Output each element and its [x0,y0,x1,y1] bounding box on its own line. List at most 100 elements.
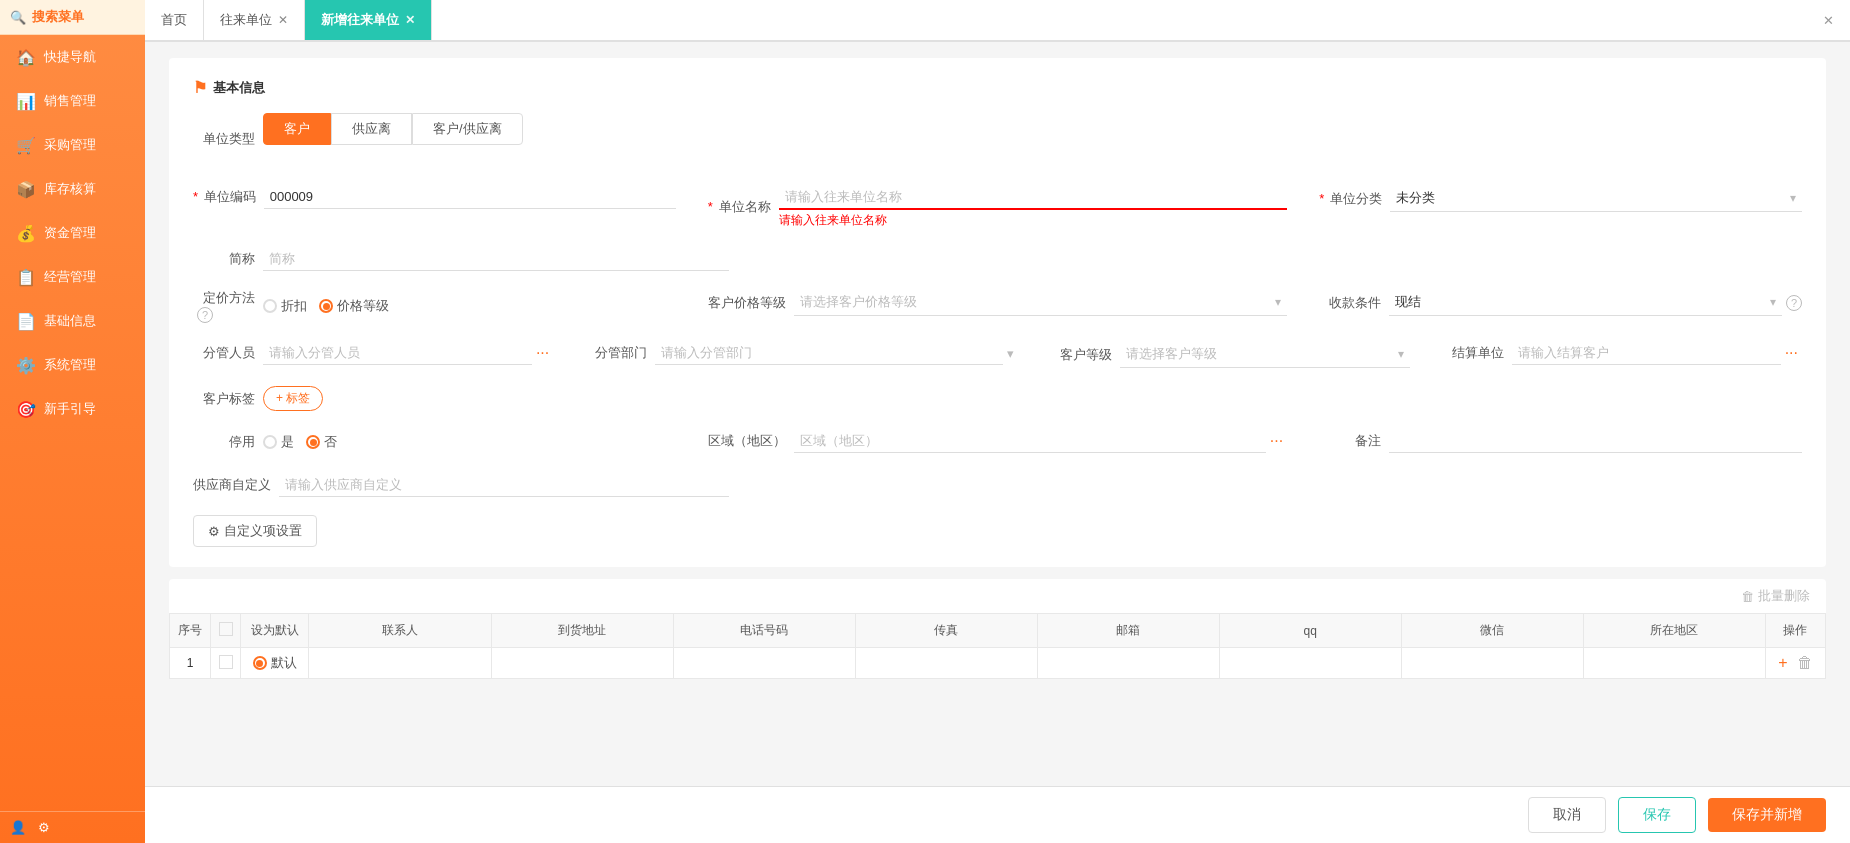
manager-more-btn[interactable]: ··· [532,344,553,362]
sidebar-item-operations[interactable]: 📋 经营管理 [0,255,145,299]
sidebar-item-inventory[interactable]: 📦 库存核算 [0,167,145,211]
type-btn-supplier[interactable]: 供应离 [331,113,412,145]
default-radio-item[interactable]: 默认 [247,654,302,672]
payment-terms-select[interactable]: 现结 ▾ [1389,289,1782,316]
gear-settings-icon: ⚙ [208,524,220,539]
supplier-custom-input[interactable] [279,473,729,497]
field-customer-level: 客户等级 请选择客户等级 ▾ [1050,341,1410,368]
unit-name-input[interactable] [779,185,1288,210]
pricing-discount-label: 折扣 [281,297,307,315]
email-input[interactable] [1044,656,1213,670]
manager-label: 分管人员 [193,344,263,362]
th-action: 操作 [1765,614,1825,648]
region-more-btn[interactable]: ··· [1266,432,1287,450]
customer-price-level-select[interactable]: 请选择客户价格等级 ▾ [794,289,1287,316]
unit-code-input[interactable] [264,185,676,209]
batch-delete-btn[interactable]: 🗑 批量删除 [1741,587,1810,605]
contact-input[interactable] [315,656,484,670]
td-phone[interactable] [673,648,855,679]
remarks-input[interactable] [1389,429,1802,453]
custom-settings-button[interactable]: ⚙ 自定义项设置 [193,515,317,547]
td-fax[interactable] [855,648,1037,679]
sidebar-item-label: 销售管理 [44,92,96,110]
department-chevron: ▾ [1003,346,1018,361]
section-title-text: 基本信息 [213,79,265,97]
address-input[interactable] [498,656,667,670]
th-email: 邮箱 [1037,614,1219,648]
short-name-input[interactable] [263,247,729,271]
sidebar-item-sales[interactable]: 📊 销售管理 [0,79,145,123]
payment-help-icon[interactable]: ? [1786,295,1802,311]
phone-input[interactable] [680,656,849,670]
td-row-region[interactable] [1583,648,1765,679]
field-customer-price-level: 客户价格等级 请选择客户价格等级 ▾ [708,289,1287,316]
settlement-more-btn[interactable]: ··· [1781,344,1802,362]
row-add-btn[interactable]: + [1775,654,1790,672]
unit-type-label: 单位类型 [193,130,263,148]
content-area: ⚑ 基本信息 单位类型 客户 供应离 客户/供应离 * 单位编码 [145,42,1850,786]
disabled-no-radio [306,435,320,449]
td-email[interactable] [1037,648,1219,679]
disabled-yes-option[interactable]: 是 [263,433,294,451]
tab-close-all[interactable]: ✕ [1807,11,1850,29]
qq-input[interactable] [1226,656,1395,670]
footer-bar: 取消 保存 保存并新增 [145,786,1850,843]
td-checkbox[interactable] [211,648,241,679]
sidebar-item-finance[interactable]: 💰 资金管理 [0,211,145,255]
tab-partner-list-close[interactable]: ✕ [278,13,288,27]
settlement-input[interactable] [1512,341,1781,365]
th-seq: 序号 [170,614,211,648]
form-row-6: 停用 是 否 区域（地区） [193,429,1802,455]
cancel-button[interactable]: 取消 [1528,797,1606,833]
manager-input[interactable] [263,341,532,365]
sidebar-search[interactable]: 🔍 搜索菜单 [0,0,145,35]
pricing-help-icon[interactable]: ? [197,307,213,323]
disabled-yes-label: 是 [281,433,294,451]
department-input[interactable] [655,341,1002,365]
save-button[interactable]: 保存 [1618,797,1696,833]
pricing-discount-option[interactable]: 折扣 [263,297,307,315]
type-btn-both[interactable]: 客户/供应离 [412,113,523,145]
td-weixin[interactable] [1401,648,1583,679]
unit-code-label: 单位编码 [204,189,256,204]
sidebar-item-label: 资金管理 [44,224,96,242]
tab-new-partner[interactable]: 新增往来单位 ✕ [305,0,432,40]
td-contact[interactable] [309,648,491,679]
fax-input[interactable] [862,656,1031,670]
unit-name-error: 请输入往来单位名称 [779,212,1288,229]
sidebar-item-guide[interactable]: 🎯 新手引导 [0,387,145,431]
sidebar-item-quick-nav[interactable]: 🏠 快捷导航 [0,35,145,79]
weixin-input[interactable] [1408,656,1577,670]
type-btn-customer[interactable]: 客户 [263,113,331,145]
sidebar-item-purchase[interactable]: 🛒 采购管理 [0,123,145,167]
sidebar-item-system[interactable]: ⚙️ 系统管理 [0,343,145,387]
add-tag-button[interactable]: + 标签 [263,386,323,411]
tab-bar: 首页 往来单位 ✕ 新增往来单位 ✕ ✕ [145,0,1850,42]
td-address[interactable] [491,648,673,679]
tab-new-partner-close[interactable]: ✕ [405,13,415,27]
row-region-input[interactable] [1590,656,1759,670]
form-row-7: 供应商自定义 [193,473,1802,497]
disabled-no-option[interactable]: 否 [306,433,337,451]
sidebar-item-basic-info[interactable]: 📄 基础信息 [0,299,145,343]
td-qq[interactable] [1219,648,1401,679]
th-region: 所在地区 [1583,614,1765,648]
field-manager: 分管人员 ··· [193,341,553,365]
field-remarks: 备注 [1319,429,1802,453]
unit-category-select[interactable]: 未分类 ▾ [1390,185,1802,212]
customer-level-select[interactable]: 请选择客户等级 ▾ [1120,341,1410,368]
pricing-level-option[interactable]: 价格等级 [319,297,389,315]
region-input[interactable] [794,429,1266,453]
contact-table: 序号 设为默认 联系人 到货地址 电话号码 传真 邮箱 qq 微信 所在地区 操… [169,613,1826,679]
form-row-3: 定价方法 ? 折扣 价格等级 [193,289,1802,323]
pricing-label: 定价方法 [203,290,255,305]
tab-partner-list[interactable]: 往来单位 ✕ [204,0,305,40]
pricing-radio-group: 折扣 价格等级 [263,293,389,319]
row-checkbox[interactable] [219,655,233,669]
row-delete-btn[interactable]: 🗑 [1794,654,1816,672]
save-new-button[interactable]: 保存并新增 [1708,798,1826,832]
header-checkbox[interactable] [219,622,233,636]
th-checkbox [211,614,241,648]
sidebar: 🔍 搜索菜单 🏠 快捷导航 📊 销售管理 🛒 采购管理 📦 库存核算 💰 资金管… [0,0,145,843]
tab-home[interactable]: 首页 [145,0,204,40]
